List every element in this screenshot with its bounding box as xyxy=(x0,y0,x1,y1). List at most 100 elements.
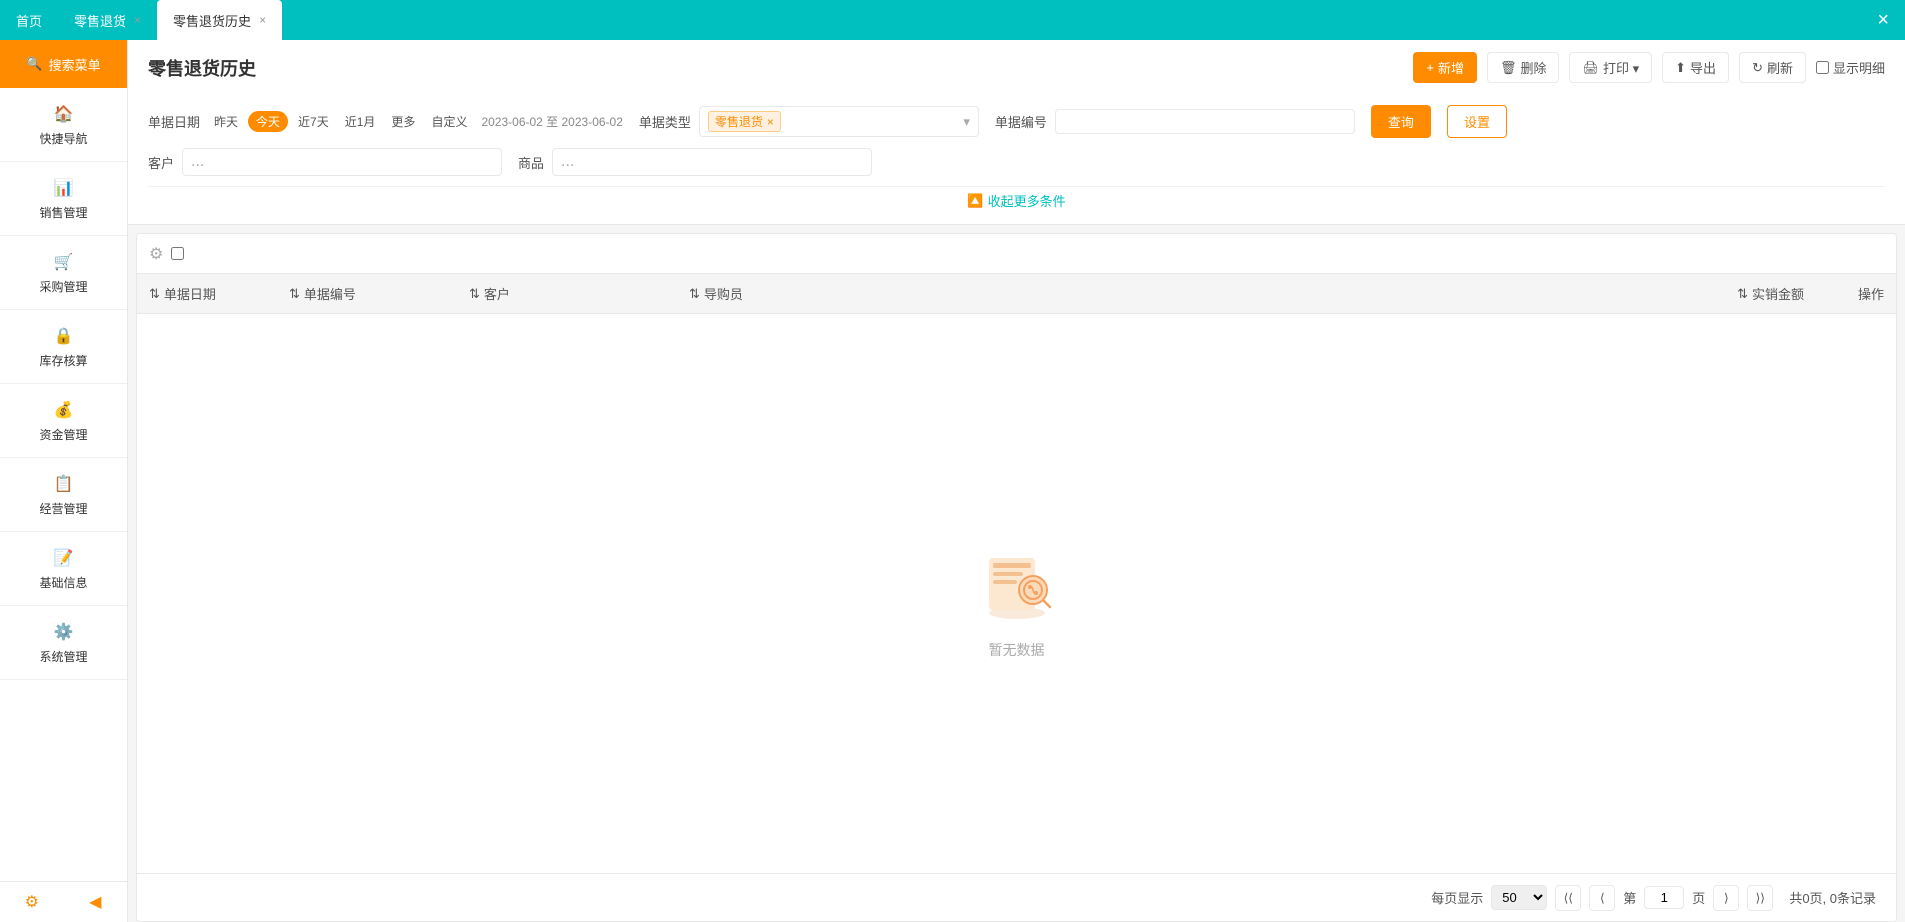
add-button[interactable]: + 新增 xyxy=(1413,52,1477,83)
print-icon: 🖨 xyxy=(1582,60,1599,76)
customer-select[interactable]: ... xyxy=(182,148,502,176)
display-detail-checkbox[interactable] xyxy=(1816,61,1829,74)
tab-retail-return[interactable]: 零售退货 × xyxy=(58,0,157,40)
toolbar: + 新增 🗑 删除 🖨 打印 ▾ ⬆ 导出 xyxy=(1413,52,1885,83)
sort-icon-order-no[interactable]: ⇅ xyxy=(289,286,300,302)
per-page-select[interactable]: 50 10 20 100 xyxy=(1491,885,1547,910)
tab-home[interactable]: 首页 xyxy=(0,0,58,40)
customer-ellipsis: ... xyxy=(191,153,204,171)
shortcut-yesterday[interactable]: 昨天 xyxy=(208,111,244,132)
empty-text: 暂无数据 xyxy=(989,640,1045,660)
sort-icon-amount[interactable]: ⇅ xyxy=(1737,286,1748,302)
sort-icon-date[interactable]: ⇅ xyxy=(149,286,160,302)
sidebar-item-purchase-mgmt[interactable]: 🛒 采购管理 xyxy=(0,236,127,310)
basic-info-icon: 📝 xyxy=(52,546,76,570)
th-order-no: ⇅ 单据编号 xyxy=(277,284,457,303)
setting-button[interactable]: 设置 xyxy=(1447,105,1507,138)
page-next-btn[interactable]: ⟩ xyxy=(1713,885,1739,911)
customer-filter-label: 客户 xyxy=(148,153,174,172)
page-first-btn[interactable]: ⟨⟨ xyxy=(1555,885,1581,911)
customer-filter-group: 客户 ... xyxy=(148,148,502,176)
filter-area: 单据日期 昨天 今天 近7天 近1月 更多 自定义 2023-06-02 至 2… xyxy=(148,95,1885,224)
filter-row-2: 客户 ... 商品 ... xyxy=(148,148,1885,176)
collapse-up-icon: 🔼 xyxy=(967,193,983,209)
table-container: ⚙ ⇅ 单据日期 ⇅ 单据编号 ⇅ 客户 ⇅ 导购员 xyxy=(136,233,1897,922)
table-settings-icon[interactable]: ⚙ xyxy=(149,244,163,264)
tab-retail-return-history[interactable]: 零售退货历史 × xyxy=(157,0,282,40)
sidebar-item-quick-nav-label: 快捷导航 xyxy=(39,130,87,147)
page-prev-btn[interactable]: ⟨ xyxy=(1589,885,1615,911)
shortcut-7days[interactable]: 近7天 xyxy=(292,111,335,132)
product-filter-label: 商品 xyxy=(518,153,544,172)
collapse-icon: ◀ xyxy=(89,892,101,912)
th-operation: 操作 xyxy=(1816,284,1896,303)
chevron-down-icon: ▾ xyxy=(963,114,970,130)
sort-icon-customer[interactable]: ⇅ xyxy=(469,286,480,302)
sidebar-item-quick-nav[interactable]: 🏠 快捷导航 xyxy=(0,88,127,162)
window-close-button[interactable]: × xyxy=(1877,9,1905,32)
sidebar-item-finance[interactable]: 💰 资金管理 xyxy=(0,384,127,458)
doc-no-input[interactable] xyxy=(1055,109,1355,134)
tab-retail-return-history-close[interactable]: × xyxy=(259,13,266,27)
page-last-btn[interactable]: ⟩⟩ xyxy=(1747,885,1773,911)
sidebar-item-operation-label: 经营管理 xyxy=(39,500,87,517)
collapse-button[interactable]: 🔼 收起更多条件 xyxy=(148,186,1885,214)
sidebar-collapse-btn[interactable]: ◀ xyxy=(64,882,128,922)
setting-label: 设置 xyxy=(1464,112,1490,131)
sidebar-item-operation[interactable]: 📋 经营管理 xyxy=(0,458,127,532)
display-detail-checkbox-label[interactable]: 显示明细 xyxy=(1816,58,1885,77)
sidebar-item-system-mgmt[interactable]: ⚙️ 系统管理 xyxy=(0,606,127,680)
product-select[interactable]: ... xyxy=(552,148,872,176)
th-guide-label: 导购员 xyxy=(704,284,743,303)
export-label: 导出 xyxy=(1690,58,1716,77)
shortcut-1month[interactable]: 近1月 xyxy=(339,111,382,132)
table-header: ⇅ 单据日期 ⇅ 单据编号 ⇅ 客户 ⇅ 导购员 ⇅ 实销金额 xyxy=(137,274,1896,314)
doc-type-tag-close[interactable]: × xyxy=(767,115,774,129)
sidebar-search[interactable]: 🔍 搜索菜单 xyxy=(0,40,127,88)
refresh-button[interactable]: ↻ 刷新 xyxy=(1739,52,1806,83)
collapse-label: 收起更多条件 xyxy=(988,191,1066,210)
date-shortcuts: 昨天 今天 近7天 近1月 更多 自定义 xyxy=(208,111,473,132)
delete-label: 删除 xyxy=(1520,58,1546,77)
page-header: 零售退货历史 + 新增 🗑 删除 🖨 打印 ▾ ⬆ xyxy=(128,40,1905,225)
shortcut-custom[interactable]: 自定义 xyxy=(425,111,473,132)
page-number-input[interactable] xyxy=(1644,886,1684,909)
tab-retail-return-close[interactable]: × xyxy=(134,13,141,27)
shortcut-today[interactable]: 今天 xyxy=(248,111,288,132)
date-filter-label: 单据日期 xyxy=(148,112,200,131)
page-title: 零售退货历史 xyxy=(148,55,256,81)
tab-home-label: 首页 xyxy=(16,11,42,30)
sidebar-search-label: 搜索菜单 xyxy=(49,55,101,74)
main-layout: 🔍 搜索菜单 🏠 快捷导航 📊 销售管理 🛒 采购管理 🔒 库存核算 💰 资金管… xyxy=(0,40,1905,922)
export-icon: ⬆ xyxy=(1675,60,1686,76)
product-filter-group: 商品 ... xyxy=(518,148,872,176)
sidebar-item-inventory-label: 库存核算 xyxy=(39,352,87,369)
sidebar-item-inventory[interactable]: 🔒 库存核算 xyxy=(0,310,127,384)
home-icon: 🏠 xyxy=(52,102,76,126)
sort-icon-guide[interactable]: ⇅ xyxy=(689,286,700,302)
print-label: 打印 ▾ xyxy=(1603,58,1639,77)
delete-button[interactable]: 🗑 删除 xyxy=(1487,52,1560,83)
operation-icon: 📋 xyxy=(52,472,76,496)
settings-icon: ⚙ xyxy=(25,892,39,912)
purchase-icon: 🛒 xyxy=(52,250,76,274)
table-select-all-checkbox[interactable] xyxy=(171,247,184,260)
th-amount: ⇅ 实销金额 xyxy=(837,284,1816,303)
search-icon: 🔍 xyxy=(26,56,42,72)
query-button[interactable]: 查询 xyxy=(1371,105,1431,138)
sidebar-item-sales-mgmt-label: 销售管理 xyxy=(39,204,87,221)
export-button[interactable]: ⬆ 导出 xyxy=(1662,52,1729,83)
sidebar-item-basic-info[interactable]: 📝 基础信息 xyxy=(0,532,127,606)
doc-type-select[interactable]: 零售退货 × ▾ xyxy=(699,106,979,137)
doc-type-label: 单据类型 xyxy=(639,112,691,131)
sidebar-settings-btn[interactable]: ⚙ xyxy=(0,882,64,922)
shortcut-more[interactable]: 更多 xyxy=(385,111,421,132)
add-label: 新增 xyxy=(1438,58,1464,77)
page-title-row: 零售退货历史 + 新增 🗑 删除 🖨 打印 ▾ ⬆ xyxy=(148,52,1885,83)
top-bar: 首页 零售退货 × 零售退货历史 × × xyxy=(0,0,1905,40)
th-amount-label: 实销金额 xyxy=(1752,284,1804,303)
print-button[interactable]: 🖨 打印 ▾ xyxy=(1569,52,1652,83)
doc-type-tag: 零售退货 × xyxy=(708,111,781,132)
sidebar-item-purchase-mgmt-label: 采购管理 xyxy=(39,278,87,295)
sidebar-item-sales-mgmt[interactable]: 📊 销售管理 xyxy=(0,162,127,236)
